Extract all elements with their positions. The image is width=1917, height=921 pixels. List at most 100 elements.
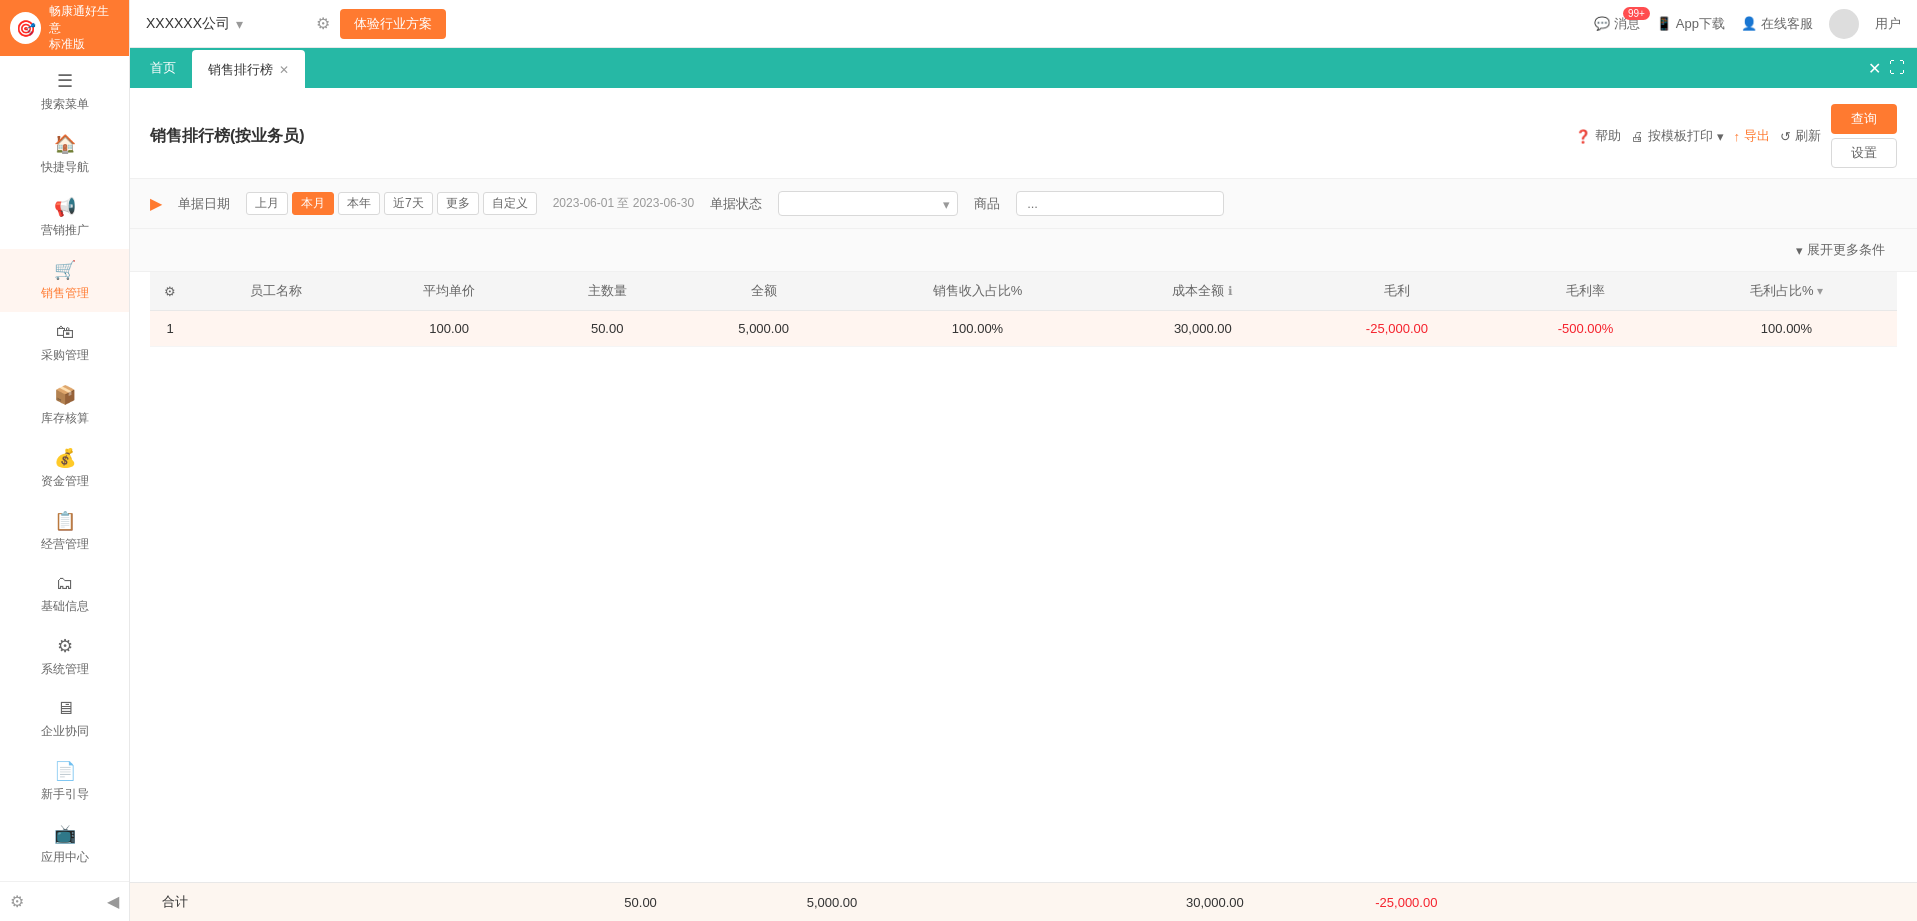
footer-cost-total: 30,000.00 — [1119, 895, 1310, 910]
sidebar-label-5: 库存核算 — [41, 410, 89, 427]
sidebar-icon-10: 🖥 — [56, 698, 74, 719]
td-rank: 1 — [150, 311, 190, 347]
tab-close-icon[interactable]: ✕ — [279, 63, 289, 77]
sidebar-label-11: 新手引导 — [41, 786, 89, 803]
topbar: XXXXXX公司 ▾ ⚙ 体验行业方案 💬 消息 99+ 📱 App下载 👤 在… — [130, 0, 1917, 48]
tab-sales-rank[interactable]: 销售排行榜 ✕ — [192, 50, 305, 90]
tab-maximize-icon[interactable]: ⛶ — [1889, 59, 1905, 78]
sidebar-label-1: 快捷导航 — [41, 159, 89, 176]
page-title: 销售排行榜(按业务员) — [150, 126, 305, 147]
td-total: 5,000.00 — [679, 311, 849, 347]
td-cost-total: 30,000.00 — [1107, 311, 1299, 347]
gross-pct-icon: ▾ — [1817, 284, 1823, 298]
sidebar-item-6[interactable]: 💰资金管理 — [0, 437, 129, 500]
sidebar-item-9[interactable]: ⚙系统管理 — [0, 625, 129, 688]
sidebar-collapse-icon[interactable]: ◀ — [107, 892, 119, 911]
table-body: 1 100.00 50.00 5,000.00 100.00% 30,000.0… — [150, 311, 1897, 347]
tab-close-all-icon[interactable]: ✕ — [1868, 59, 1881, 78]
sidebar-item-4[interactable]: 🛍采购管理 — [0, 312, 129, 374]
user-avatar[interactable] — [1829, 9, 1859, 39]
export-icon: ↑ — [1734, 129, 1741, 144]
sidebar-item-11[interactable]: 📄新手引导 — [0, 750, 129, 813]
th-main-qty: 主数量 — [536, 272, 679, 311]
footer-label: 合计 — [162, 893, 353, 911]
tab-home[interactable]: 首页 — [134, 48, 192, 88]
sidebar-settings-icon[interactable]: ⚙ — [10, 892, 24, 911]
table-row: 1 100.00 50.00 5,000.00 100.00% 30,000.0… — [150, 311, 1897, 347]
sidebar-icon-4: 🛍 — [56, 322, 74, 343]
status-select[interactable] — [778, 191, 958, 216]
date-btn-this-year[interactable]: 本年 — [338, 192, 380, 215]
sidebar-icon-7: 📋 — [54, 510, 76, 532]
date-btn-more[interactable]: 更多 — [437, 192, 479, 215]
filter-actions-row: ▾ 展开更多条件 — [130, 229, 1917, 272]
sidebar-item-0[interactable]: ☰搜索菜单 — [0, 60, 129, 123]
date-btn-custom[interactable]: 自定义 — [483, 192, 537, 215]
topbar-settings-icon[interactable]: ⚙ — [316, 14, 330, 33]
date-range-display: 2023-06-01 至 2023-06-30 — [553, 195, 694, 212]
sidebar-item-2[interactable]: 📢营销推广 — [0, 186, 129, 249]
settings-button[interactable]: 设置 — [1831, 138, 1897, 168]
table-container: ⚙ 员工名称 平均单价 主数量 全额 销售收入占比% 成本全额 ℹ 毛利 毛利率… — [130, 272, 1917, 882]
page-actions: ❓ 帮助 🖨 按模板打印 ▾ ↑ 导出 ↺ 刷新 查询 — [1575, 104, 1898, 168]
print-label: 按模板打印 — [1648, 127, 1713, 145]
sidebar-icon-1: 🏠 — [54, 133, 76, 155]
th-cost-total: 成本全额 ℹ — [1107, 272, 1299, 311]
sidebar-nav: ☰搜索菜单 🏠 快捷导航 📢营销推广🛒销售管理🛍采购管理📦库存核算💰资金管理 📋 经营管理… — [0, 56, 129, 881]
td-avg-price: 100.00 — [363, 311, 536, 347]
app-icon: 📱 — [1656, 16, 1672, 31]
sidebar-item-13[interactable]: 💬企业微信 — [0, 876, 129, 881]
export-button[interactable]: ↑ 导出 — [1734, 127, 1771, 145]
th-avg-price: 平均单价 — [363, 272, 536, 311]
logo-icon: 🎯 — [10, 12, 41, 44]
goods-input[interactable] — [1016, 191, 1224, 216]
refresh-button[interactable]: ↺ 刷新 — [1780, 127, 1821, 145]
footer-total: 5,000.00 — [736, 895, 927, 910]
company-selector[interactable]: XXXXXX公司 ▾ — [146, 15, 306, 33]
expand-more-button[interactable]: ▾ 展开更多条件 — [1784, 235, 1897, 265]
cost-info-icon: ℹ — [1228, 284, 1233, 298]
footer-gross: -25,000.00 — [1311, 895, 1502, 910]
sidebar-label-8: 基础信息 — [41, 598, 89, 615]
trial-button[interactable]: 体验行业方案 — [340, 9, 446, 39]
th-settings[interactable]: ⚙ — [150, 272, 190, 311]
date-btn-this-month[interactable]: 本月 — [292, 192, 334, 215]
tabbar-right: ✕ ⛶ — [1868, 59, 1913, 78]
user-name: 用户 — [1875, 15, 1901, 33]
sidebar-label-7: 经营管理 — [41, 536, 89, 553]
filter-arrow-icon[interactable]: ▶ — [150, 194, 162, 213]
message-button[interactable]: 💬 消息 99+ — [1594, 15, 1640, 33]
help-icon: ❓ — [1575, 129, 1591, 144]
sidebar-item-7[interactable]: 📋 经营管理 — [0, 500, 129, 563]
sidebar-item-10[interactable]: 🖥企业协同 — [0, 688, 129, 750]
content-area: 销售排行榜(按业务员) ❓ 帮助 🖨 按模板打印 ▾ ↑ 导出 ↺ 刷新 — [130, 88, 1917, 921]
th-total: 全额 — [679, 272, 849, 311]
status-filter-label: 单据状态 — [710, 195, 762, 213]
date-filter-label: 单据日期 — [178, 195, 230, 213]
page-header: 销售排行榜(按业务员) ❓ 帮助 🖨 按模板打印 ▾ ↑ 导出 ↺ 刷新 — [130, 88, 1917, 179]
help-label: 帮助 — [1595, 127, 1621, 145]
print-dropdown-icon: ▾ — [1717, 129, 1724, 144]
td-gross-rate: -500.00% — [1495, 311, 1676, 347]
help-button[interactable]: ❓ 帮助 — [1575, 127, 1621, 145]
sidebar-label-9: 系统管理 — [41, 661, 89, 678]
sidebar-label-2: 营销推广 — [41, 222, 89, 239]
sidebar-icon-6: 💰 — [54, 447, 76, 469]
goods-filter-label: 商品 — [974, 195, 1000, 213]
footer-main-qty: 50.00 — [545, 895, 736, 910]
sidebar-item-5[interactable]: 📦库存核算 — [0, 374, 129, 437]
date-btn-last-month[interactable]: 上月 — [246, 192, 288, 215]
date-btn-7days[interactable]: 近7天 — [384, 192, 433, 215]
sidebar-item-12[interactable]: 📺应用中心 — [0, 813, 129, 876]
query-button[interactable]: 查询 — [1831, 104, 1897, 134]
td-name — [190, 311, 363, 347]
sidebar-item-8[interactable]: 🗂基础信息 — [0, 563, 129, 625]
online-service-button[interactable]: 👤 在线客服 — [1741, 15, 1813, 33]
td-gross: -25,000.00 — [1299, 311, 1495, 347]
app-download-button[interactable]: 📱 App下载 — [1656, 15, 1725, 33]
td-main-qty: 50.00 — [536, 311, 679, 347]
sidebar-item-1[interactable]: 🏠 快捷导航 — [0, 123, 129, 186]
sidebar-item-3[interactable]: 🛒销售管理 — [0, 249, 129, 312]
print-button[interactable]: 🖨 按模板打印 ▾ — [1631, 127, 1724, 145]
filter-row-1: ▶ 单据日期 上月 本月 本年 近7天 更多 自定义 2023-06-01 至 … — [150, 191, 1897, 216]
